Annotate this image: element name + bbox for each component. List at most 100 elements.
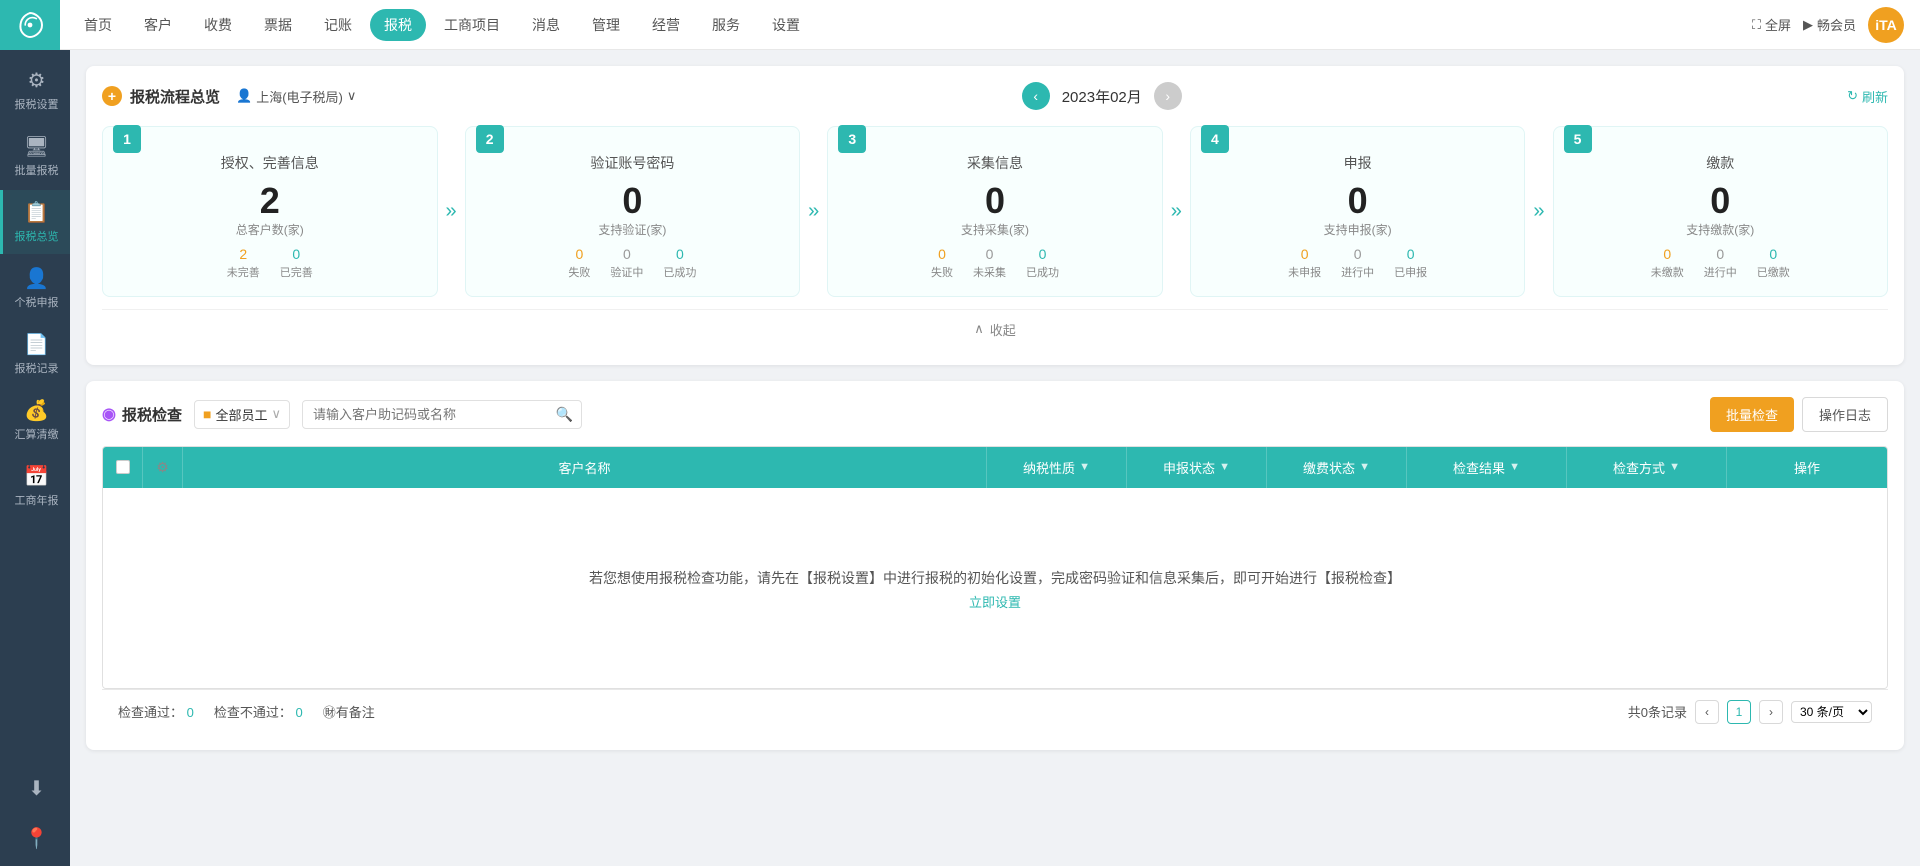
filter-icon-result: ▼: [1509, 461, 1520, 473]
next-month-button[interactable]: ›: [1154, 82, 1182, 110]
location-icon-small: 👤: [236, 88, 252, 104]
arrow-1-2: »: [438, 126, 465, 297]
table-body-empty: 若您想使用报税检查功能，请先在【报税设置】中进行报税的初始化设置，完成密码验证和…: [103, 488, 1887, 688]
stat-incomplete: 2 未完善: [227, 246, 260, 280]
filter-icon-method: ▼: [1669, 461, 1680, 473]
col-check-method[interactable]: 检查方式 ▼: [1567, 447, 1727, 488]
footer-stats: 检查通过： 0 检查不通过： 0 ㊖有备注: [118, 702, 375, 721]
nav-bookkeeping[interactable]: 记账: [310, 9, 366, 41]
table-header: ⚙ 客户名称 纳税性质 ▼ 申报状态 ▼ 缴费状态 ▼: [103, 447, 1887, 488]
arrow-4-5: »: [1525, 126, 1552, 297]
settlement-icon: 💰: [24, 398, 49, 423]
stat-verifying: 0 验证中: [610, 246, 643, 280]
per-page-selector[interactable]: 30 条/页 50 条/页 100 条/页: [1791, 701, 1872, 723]
select-all-checkbox[interactable]: [116, 460, 130, 474]
main-content: + 报税流程总览 👤 上海(电子税局) ∨ ‹ 2023年02月 › ↻ 刷新: [70, 50, 1920, 866]
check-pass-label: 检查通过： 0: [118, 702, 194, 721]
batch-tax-icon: 🖥: [24, 134, 49, 159]
search-button[interactable]: 🔍: [548, 401, 581, 428]
nav-business[interactable]: 工商项目: [430, 9, 514, 41]
nav-services[interactable]: 服务: [698, 9, 754, 41]
check-table: ⚙ 客户名称 纳税性质 ▼ 申报状态 ▼ 缴费状态 ▼: [102, 446, 1888, 689]
refresh-button[interactable]: ↻ 刷新: [1847, 87, 1888, 106]
check-fail-count[interactable]: 0: [296, 705, 303, 720]
location-selector[interactable]: 👤 上海(电子税局) ∨: [236, 87, 356, 106]
table-wrapper: ⚙ 客户名称 纳税性质 ▼ 申报状态 ▼ 缴费状态 ▼: [102, 446, 1888, 689]
stat-paying: 0 进行中: [1704, 246, 1737, 280]
nav-tax[interactable]: 报税: [370, 9, 426, 41]
col-settings[interactable]: ⚙: [143, 447, 183, 488]
collapse-button[interactable]: ∧ 收起: [102, 309, 1888, 349]
step-1-stats: 2 未完善 0 已完善: [123, 246, 417, 280]
nav-right: ⛶ 全屏 ▶ 畅会员 iTA: [1752, 7, 1904, 43]
personal-tax-icon: 👤: [24, 266, 49, 291]
nav-settings[interactable]: 设置: [758, 9, 814, 41]
nav-bills[interactable]: 票据: [250, 9, 306, 41]
member-button[interactable]: ▶ 畅会员: [1803, 15, 1856, 34]
prev-page-button[interactable]: ‹: [1695, 700, 1719, 724]
tax-check-panel: ◉ 报税检查 ■ 全部员工 ∨ 🔍 批量检查 操作日志: [86, 381, 1904, 750]
batch-check-button[interactable]: 批量检查: [1710, 397, 1794, 432]
sidebar-item-annual-report[interactable]: 📅 工商年报: [0, 454, 70, 518]
check-pass-count[interactable]: 0: [187, 705, 194, 720]
overview-title: + 报税流程总览: [102, 86, 220, 107]
col-checkbox[interactable]: [103, 447, 143, 488]
step-number-4: 4: [1201, 125, 1229, 153]
check-actions: 批量检查 操作日志: [1710, 397, 1888, 432]
step-number-1: 1: [113, 125, 141, 153]
month-navigation: ‹ 2023年02月 ›: [1022, 82, 1182, 110]
staff-chevron-icon: ∨: [271, 406, 281, 422]
col-check-result[interactable]: 检查结果 ▼: [1407, 447, 1567, 488]
empty-message: 若您想使用报税检查功能，请先在【报税设置】中进行报税的初始化设置，完成密码验证和…: [589, 564, 1401, 592]
nav-fees[interactable]: 收费: [190, 9, 246, 41]
location-icon: 📍: [24, 826, 49, 851]
staff-selector[interactable]: ■ 全部员工 ∨: [194, 400, 290, 429]
check-title: ◉ 报税检查: [102, 404, 182, 425]
step-card-1: 1 授权、完善信息 2 总客户数(家) 2 未完善 0 已完善: [102, 126, 438, 297]
fullscreen-button[interactable]: ⛶ 全屏: [1752, 15, 1791, 34]
col-payment-status[interactable]: 缴费状态 ▼: [1267, 447, 1407, 488]
col-customer-name: 客户名称: [183, 447, 987, 488]
stat-filed: 0 已申报: [1394, 246, 1427, 280]
nav-management[interactable]: 管理: [578, 9, 634, 41]
app-logo: [0, 0, 60, 50]
col-operations: 操作: [1727, 447, 1887, 488]
overview-header: + 报税流程总览 👤 上海(电子税局) ∨ ‹ 2023年02月 › ↻ 刷新: [102, 82, 1888, 110]
nav-operations[interactable]: 经营: [638, 9, 694, 41]
sidebar-bottom: ⬇ 📍: [15, 766, 55, 866]
sidebar-item-personal-tax[interactable]: 👤 个税申报: [0, 256, 70, 320]
nav-home[interactable]: 首页: [70, 9, 126, 41]
stat-filing: 0 进行中: [1341, 246, 1374, 280]
fullscreen-icon: ⛶: [1752, 17, 1761, 33]
step-card-2: 2 验证账号密码 0 支持验证(家) 0 失败 0 验证中 0 已成功: [465, 126, 801, 297]
user-avatar[interactable]: iTA: [1868, 7, 1904, 43]
step-number-5: 5: [1564, 125, 1592, 153]
sidebar-item-location[interactable]: 📍: [15, 816, 55, 864]
table-footer: 检查通过： 0 检查不通过： 0 ㊖有备注 共0条记录 ‹ 1 › 30 条/页…: [102, 689, 1888, 734]
stat-collect-failed: 0 失败: [931, 246, 953, 280]
chevron-down-icon: ∨: [347, 88, 357, 104]
step-card-4: 4 申报 0 支持申报(家) 0 未申报 0 进行中 0 已申报: [1190, 126, 1526, 297]
download-icon: ⬇: [28, 776, 45, 801]
immediate-setup-link[interactable]: 立即设置: [969, 592, 1021, 611]
nav-customer[interactable]: 客户: [130, 9, 186, 41]
sidebar-item-download[interactable]: ⬇: [15, 766, 55, 814]
sidebar-item-settlement[interactable]: 💰 汇算清缴: [0, 388, 70, 452]
sidebar-item-tax-overview[interactable]: 📋 报税总览: [0, 190, 70, 254]
col-filing-status[interactable]: 申报状态 ▼: [1127, 447, 1267, 488]
search-input[interactable]: [303, 402, 548, 427]
sidebar-item-tax-settings[interactable]: ⚙ 报税设置: [0, 58, 70, 122]
arrow-2-3: »: [800, 126, 827, 297]
stat-paid: 0 已缴款: [1757, 246, 1790, 280]
prev-month-button[interactable]: ‹: [1022, 82, 1050, 110]
sidebar-item-tax-records[interactable]: 📄 报税记录: [0, 322, 70, 386]
step-4-stats: 0 未申报 0 进行中 0 已申报: [1211, 246, 1505, 280]
next-page-button[interactable]: ›: [1759, 700, 1783, 724]
sidebar-item-batch-tax[interactable]: 🖥 批量报税: [0, 124, 70, 188]
operation-log-button[interactable]: 操作日志: [1802, 397, 1888, 432]
play-icon: ▶: [1803, 17, 1813, 33]
filter-icon-filing: ▼: [1219, 461, 1230, 473]
check-purple-icon: ◉: [102, 404, 116, 424]
nav-messages[interactable]: 消息: [518, 9, 574, 41]
col-tax-type[interactable]: 纳税性质 ▼: [987, 447, 1127, 488]
